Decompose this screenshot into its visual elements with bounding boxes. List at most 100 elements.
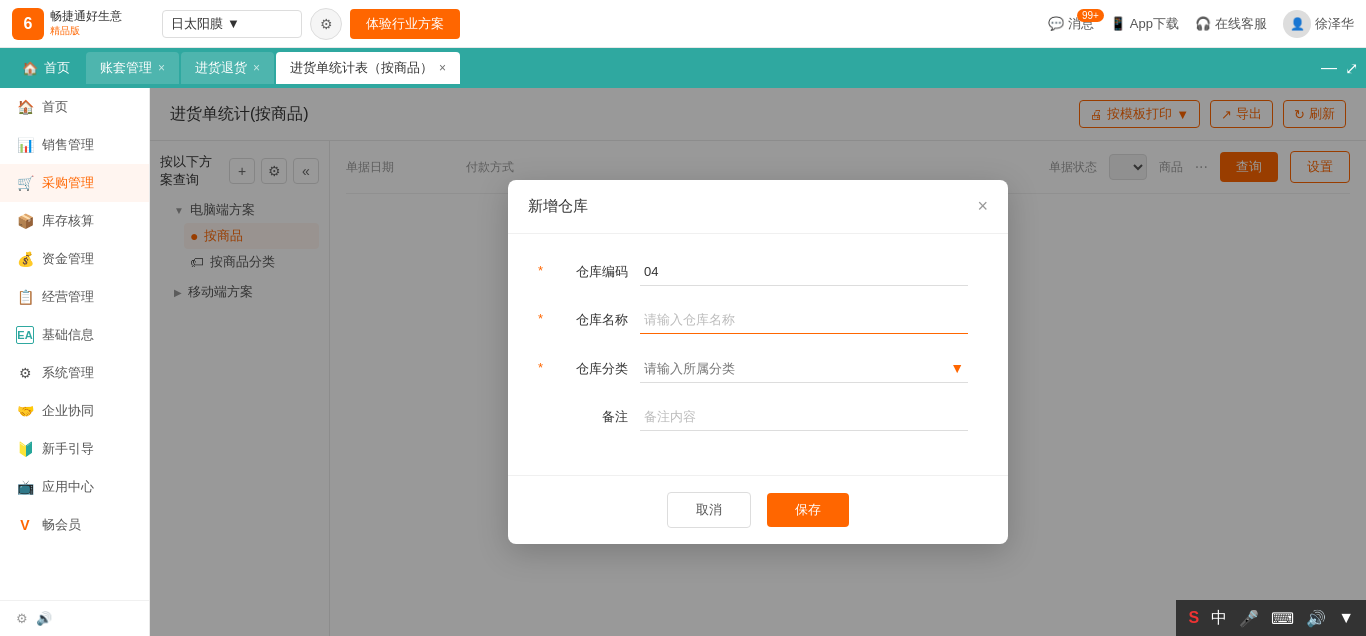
tab-home-label: 首页 [44,59,70,77]
tab-accounts-close-icon[interactable]: × [158,61,165,75]
sidebar-item-apps[interactable]: 📺 应用中心 [0,468,149,506]
apps-icon: 📺 [16,478,34,496]
tab-purchase-return[interactable]: 进货退货 × [181,52,274,84]
sidebar-home-label: 首页 [42,98,133,116]
tab-accounts[interactable]: 账套管理 × [86,52,179,84]
mic-icon[interactable]: 🎤 [1239,609,1259,628]
tab-minimize-icon[interactable]: — [1321,59,1337,77]
sidebar-inventory-label: 库存核算 [42,212,133,230]
modal-overlay: 新增仓库 × 仓库编码 仓库名称 仓库分类 [150,88,1366,636]
form-row-name: 仓库名称 [548,306,968,334]
top-bar: 6 畅捷通好生意 精品版 日太阳膜 ▼ ⚙ 体验行业方案 💬 消息 99+ 📱 … [0,0,1366,48]
tab-purchase-stats-label: 进货单统计表（按商品） [290,59,433,77]
sidebar-management-label: 经营管理 [42,288,133,306]
modal-footer: 取消 保存 [508,475,1008,544]
sidebar-item-basic-info[interactable]: EA 基础信息 [0,316,149,354]
category-input[interactable] [644,361,950,376]
bottom-bar: S 中 🎤 ⌨ 🔊 ▼ [1176,600,1366,636]
category-label: 仓库分类 [548,360,628,378]
main-area: 🏠 首页 📊 销售管理 🛒 采购管理 📦 库存核算 💰 资金管理 📋 经营管理 … [0,88,1366,636]
sidebar-item-inventory[interactable]: 📦 库存核算 [0,202,149,240]
ime-mode-icon[interactable]: 中 [1211,608,1227,629]
sidebar-item-vip[interactable]: V 畅会员 [0,506,149,544]
tray-icon[interactable]: ▼ [1338,609,1354,627]
sales-icon: 📊 [16,136,34,154]
sidebar-basic-label: 基础信息 [42,326,133,344]
remark-label: 备注 [548,408,628,426]
brand-name: 畅捷通好生意 [50,9,122,25]
system-icon: ⚙ [16,364,34,382]
basic-info-icon: EA [16,326,34,344]
tab-purchase-return-close-icon[interactable]: × [253,61,260,75]
sidebar-item-home[interactable]: 🏠 首页 [0,88,149,126]
sidebar-item-enterprise[interactable]: 🤝 企业协同 [0,392,149,430]
sidebar-purchase-label: 采购管理 [42,174,133,192]
purchase-icon: 🛒 [16,174,34,192]
finance-icon: 💰 [16,250,34,268]
sidebar-finance-label: 资金管理 [42,250,133,268]
modal-close-button[interactable]: × [977,196,988,217]
tab-actions: — ⤢ [1321,59,1358,78]
sidebar-item-purchase[interactable]: 🛒 采购管理 [0,164,149,202]
user-icon: 👤 [1290,17,1305,31]
tab-purchase-stats[interactable]: 进货单统计表（按商品） × [276,52,460,84]
cancel-button[interactable]: 取消 [667,492,751,528]
sidebar-guide-label: 新手引导 [42,440,133,458]
sidebar-item-finance[interactable]: 💰 资金管理 [0,240,149,278]
app-download-button[interactable]: 📱 App下载 [1110,15,1179,33]
keyboard-icon[interactable]: ⌨ [1271,609,1294,628]
sidebar-sales-label: 销售管理 [42,136,133,154]
speaker-icon[interactable]: 🔊 [36,611,52,626]
enterprise-icon: 🤝 [16,402,34,420]
sidebar-item-management[interactable]: 📋 经营管理 [0,278,149,316]
category-select-wrap[interactable]: ▼ [640,354,968,383]
volume-icon[interactable]: 🔊 [1306,609,1326,628]
code-input[interactable] [640,258,968,286]
sidebar-item-sales[interactable]: 📊 销售管理 [0,126,149,164]
store-selector[interactable]: 日太阳膜 ▼ [162,10,302,38]
phone-icon: 📱 [1110,16,1126,31]
content-area: 进货单统计(按商品) 🖨 按模板打印 ▼ ↗ 导出 ↻ 刷新 [150,88,1366,636]
vip-icon: V [16,516,34,534]
tab-home[interactable]: 🏠 首页 [8,52,84,84]
headset-icon: 🎧 [1195,16,1211,31]
home-icon: 🏠 [16,98,34,116]
tab-purchase-return-label: 进货退货 [195,59,247,77]
message-icon: 💬 [1048,16,1064,31]
online-service-button[interactable]: 🎧 在线客服 [1195,15,1267,33]
modal-title: 新增仓库 [528,197,588,216]
chevron-down-icon: ▼ [227,16,240,31]
remark-input[interactable] [640,403,968,431]
tab-purchase-stats-close-icon[interactable]: × [439,61,446,75]
tab-expand-icon[interactable]: ⤢ [1345,59,1358,78]
modal-header: 新增仓库 × [508,180,1008,234]
save-button[interactable]: 保存 [767,493,849,527]
add-warehouse-modal: 新增仓库 × 仓库编码 仓库名称 仓库分类 [508,180,1008,544]
form-row-code: 仓库编码 [548,258,968,286]
code-label: 仓库编码 [548,263,628,281]
sidebar-bottom: ⚙ 🔊 [0,600,149,636]
logo-icon: 6 [12,8,44,40]
guide-icon: 🔰 [16,440,34,458]
messages-button[interactable]: 💬 消息 99+ [1048,15,1094,33]
logo-area: 6 畅捷通好生意 精品版 [12,8,162,40]
sougou-icon[interactable]: S [1188,609,1199,627]
store-name: 日太阳膜 [171,15,223,33]
sidebar-enterprise-label: 企业协同 [42,402,133,420]
name-label: 仓库名称 [548,311,628,329]
name-input[interactable] [640,306,968,334]
try-industry-button[interactable]: 体验行业方案 [350,9,460,39]
sidebar-item-system[interactable]: ⚙ 系统管理 [0,354,149,392]
user-name: 徐泽华 [1315,15,1354,33]
settings-bottom-icon[interactable]: ⚙ [16,611,28,626]
settings-button[interactable]: ⚙ [310,8,342,40]
home-icon: 🏠 [22,61,38,76]
modal-body: 仓库编码 仓库名称 仓库分类 ▼ [508,234,1008,475]
select-arrow-icon: ▼ [950,360,964,376]
user-avatar[interactable]: 👤 徐泽华 [1283,10,1354,38]
sidebar-apps-label: 应用中心 [42,478,133,496]
brand-sub: 精品版 [50,24,122,38]
sidebar-item-guide[interactable]: 🔰 新手引导 [0,430,149,468]
inventory-icon: 📦 [16,212,34,230]
top-right-area: 💬 消息 99+ 📱 App下载 🎧 在线客服 👤 徐泽华 [1048,10,1354,38]
